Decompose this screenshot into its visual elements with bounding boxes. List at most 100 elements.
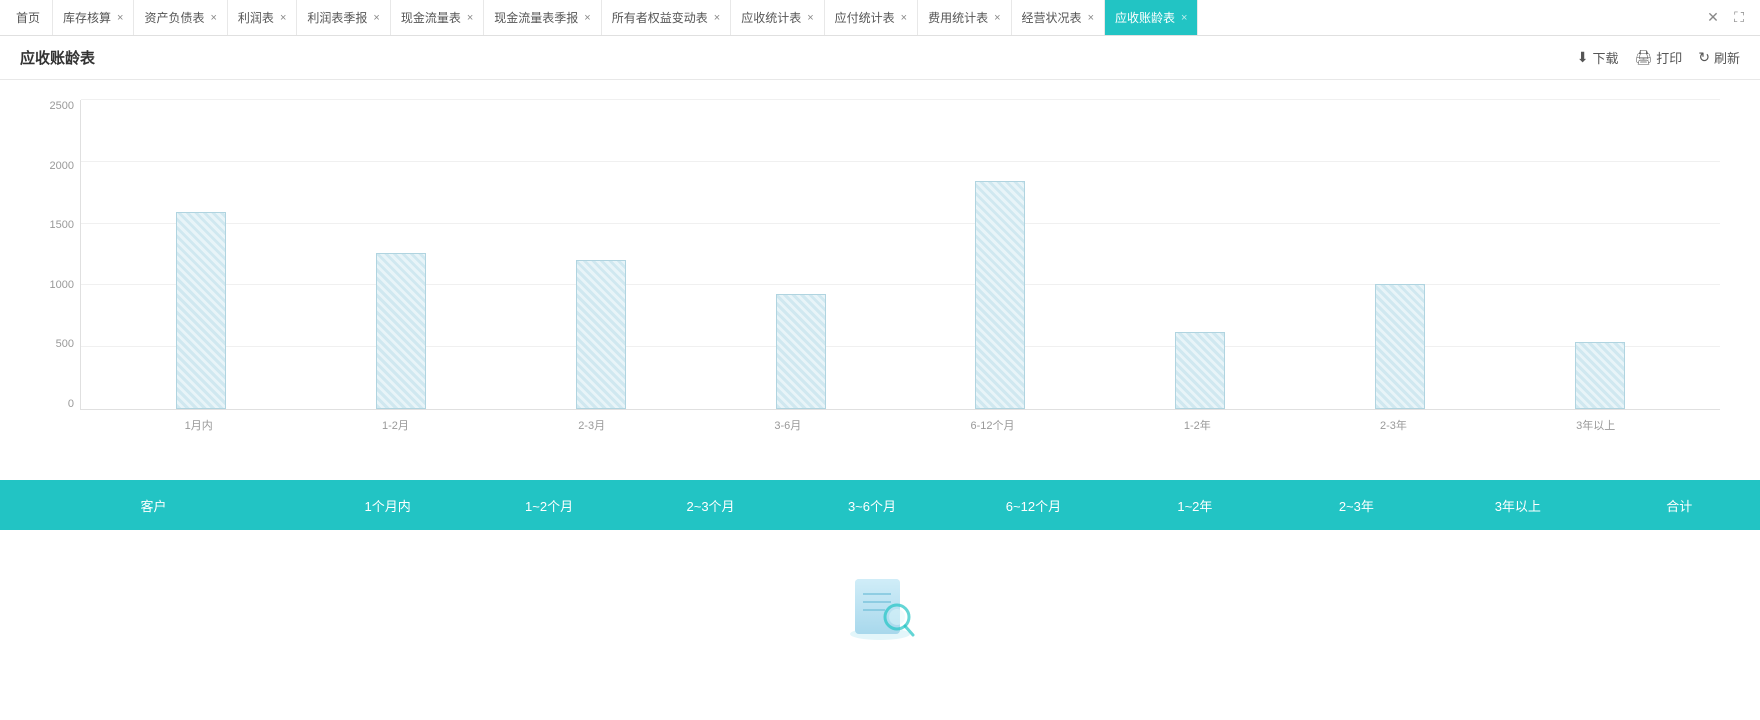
bar-group — [975, 181, 1025, 409]
bar-group — [176, 212, 226, 409]
tab-label-cashflow-quarterly: 现金流量表季报 — [494, 9, 578, 26]
tab-close-inventory[interactable]: × — [117, 12, 123, 24]
tab-cashflow[interactable]: 现金流量表 × — [391, 0, 484, 36]
tab-ar-stats[interactable]: 应收统计表 × — [731, 0, 824, 36]
y-label: 1000 — [50, 279, 74, 291]
tab-label-profit: 利润表 — [238, 9, 274, 26]
tab-operation[interactable]: 经营状况表 × — [1012, 0, 1105, 36]
download-label: 下载 — [1592, 48, 1618, 67]
chart-bar — [376, 253, 426, 409]
chart-bar — [1375, 284, 1425, 409]
tab-home[interactable]: 首页 — [4, 0, 53, 36]
download-button[interactable]: ⬇ 下载 — [1577, 48, 1619, 67]
x-axis: 1月内1-2月2-3月3-6月6-12个月1-2年2-3年3年以上 — [80, 410, 1720, 440]
y-axis: 0 500 1000 1500 2000 2500 — [40, 100, 80, 410]
tab-close-ar-stats[interactable]: × — [807, 12, 813, 24]
tab-label-inventory: 库存核算 — [63, 9, 111, 26]
close-window-button[interactable]: ✕ — [1704, 9, 1722, 27]
y-label: 1500 — [50, 219, 74, 231]
print-label: 打印 — [1656, 48, 1682, 67]
tab-close-equity[interactable]: × — [714, 12, 720, 24]
tab-close-operation[interactable]: × — [1088, 12, 1094, 24]
bar-group — [576, 260, 626, 409]
download-icon: ⬇ — [1577, 49, 1589, 66]
table-header-cell: 1~2年 — [1114, 496, 1275, 515]
window-controls: ✕ ⛶ — [1704, 9, 1756, 27]
empty-state — [0, 530, 1760, 680]
chart-bar — [1175, 332, 1225, 409]
x-label: 6-12个月 — [971, 417, 1015, 433]
chart-container: 05001000150020002500 1月内1-2月2-3月3-6月6-12… — [40, 100, 1720, 440]
x-label: 2-3月 — [578, 417, 605, 433]
tab-inventory[interactable]: 库存核算 × — [53, 0, 134, 36]
table-header-cell: 3年以上 — [1437, 496, 1598, 515]
tab-close-cashflow[interactable]: × — [467, 12, 473, 24]
chart-bar — [975, 181, 1025, 409]
tab-label-ar-aging: 应收账龄表 — [1115, 9, 1175, 26]
bar-group — [1575, 342, 1625, 409]
tab-profit[interactable]: 利润表 × — [228, 0, 297, 36]
chart-plot — [80, 100, 1720, 410]
chart-bar — [576, 260, 626, 409]
tab-label-ar-stats: 应收统计表 — [741, 9, 801, 26]
tab-close-profit-quarterly[interactable]: × — [373, 12, 379, 24]
tab-ar-aging[interactable]: 应收账龄表 × — [1105, 0, 1198, 36]
tab-label-balance-sheet: 资产负债表 — [144, 9, 204, 26]
tab-label-profit-quarterly: 利润表季报 — [307, 9, 367, 26]
tab-equity[interactable]: 所有者权益变动表 × — [602, 0, 731, 36]
tab-bar: 首页 库存核算×资产负债表×利润表×利润表季报×现金流量表×现金流量表季报×所有… — [0, 0, 1760, 36]
chart-area: 05001000150020002500 1月内1-2月2-3月3-6月6-12… — [0, 80, 1760, 480]
x-label: 1月内 — [185, 417, 213, 433]
chart-bar — [776, 294, 826, 409]
tab-home-label: 首页 — [16, 9, 40, 26]
y-label: 0 — [68, 398, 74, 410]
y-label: 2000 — [50, 160, 74, 172]
tab-label-cashflow: 现金流量表 — [401, 9, 461, 26]
y-label: 500 — [56, 338, 74, 350]
tab-label-equity: 所有者权益变动表 — [612, 9, 708, 26]
tab-close-expense-stats[interactable]: × — [994, 12, 1000, 24]
refresh-label: 刷新 — [1714, 48, 1740, 67]
y-label: 2500 — [50, 100, 74, 112]
bar-group — [1375, 284, 1425, 409]
x-label: 1-2月 — [382, 417, 409, 433]
table-header-cell: 3~6个月 — [791, 496, 952, 515]
tab-expense-stats[interactable]: 费用统计表 × — [918, 0, 1011, 36]
table-header: 客户1个月内1~2个月2~3个月3~6个月6~12个月1~2年2~3年3年以上合… — [0, 480, 1760, 530]
print-button[interactable]: 🖨 打印 — [1634, 48, 1682, 67]
x-label: 3年以上 — [1576, 417, 1615, 433]
refresh-button[interactable]: ↻ 刷新 — [1698, 48, 1740, 67]
refresh-icon: ↻ — [1698, 49, 1710, 66]
chart-bar — [176, 212, 226, 409]
tab-close-balance-sheet[interactable]: × — [210, 12, 216, 24]
table-header-cell: 合计 — [1599, 496, 1760, 515]
tab-close-cashflow-quarterly[interactable]: × — [584, 12, 590, 24]
tab-label-ap-stats: 应付统计表 — [835, 9, 895, 26]
tab-close-ar-aging[interactable]: × — [1181, 12, 1187, 24]
tab-label-expense-stats: 费用统计表 — [928, 9, 988, 26]
print-icon: 🖨 — [1634, 49, 1652, 66]
tab-cashflow-quarterly[interactable]: 现金流量表季报 × — [484, 0, 601, 36]
tab-close-ap-stats[interactable]: × — [901, 12, 907, 24]
page-header: 应收账龄表 ⬇ 下载 🖨 打印 ↻ 刷新 — [0, 36, 1760, 80]
table-header-cell: 客户 — [0, 496, 307, 515]
page-title: 应收账龄表 — [20, 47, 95, 68]
tab-balance-sheet[interactable]: 资产负债表 × — [134, 0, 227, 36]
maximize-window-button[interactable]: ⛶ — [1730, 9, 1748, 27]
bar-group — [776, 294, 826, 409]
x-label: 1-2年 — [1184, 417, 1211, 433]
tab-profit-quarterly[interactable]: 利润表季报 × — [297, 0, 390, 36]
page-actions: ⬇ 下载 🖨 打印 ↻ 刷新 — [1577, 48, 1740, 67]
bar-group — [1175, 332, 1225, 409]
bar-group — [376, 253, 426, 409]
table-header-cell: 1个月内 — [307, 496, 468, 515]
table-header-cell: 1~2个月 — [468, 496, 629, 515]
tab-close-profit[interactable]: × — [280, 12, 286, 24]
tab-label-operation: 经营状况表 — [1022, 9, 1082, 26]
chart-bar — [1575, 342, 1625, 409]
tab-ap-stats[interactable]: 应付统计表 × — [825, 0, 918, 36]
x-label: 2-3年 — [1380, 417, 1407, 433]
table-header-cell: 2~3年 — [1276, 496, 1437, 515]
main-content: 05001000150020002500 1月内1-2月2-3月3-6月6-12… — [0, 80, 1760, 720]
bars-container — [81, 100, 1720, 409]
